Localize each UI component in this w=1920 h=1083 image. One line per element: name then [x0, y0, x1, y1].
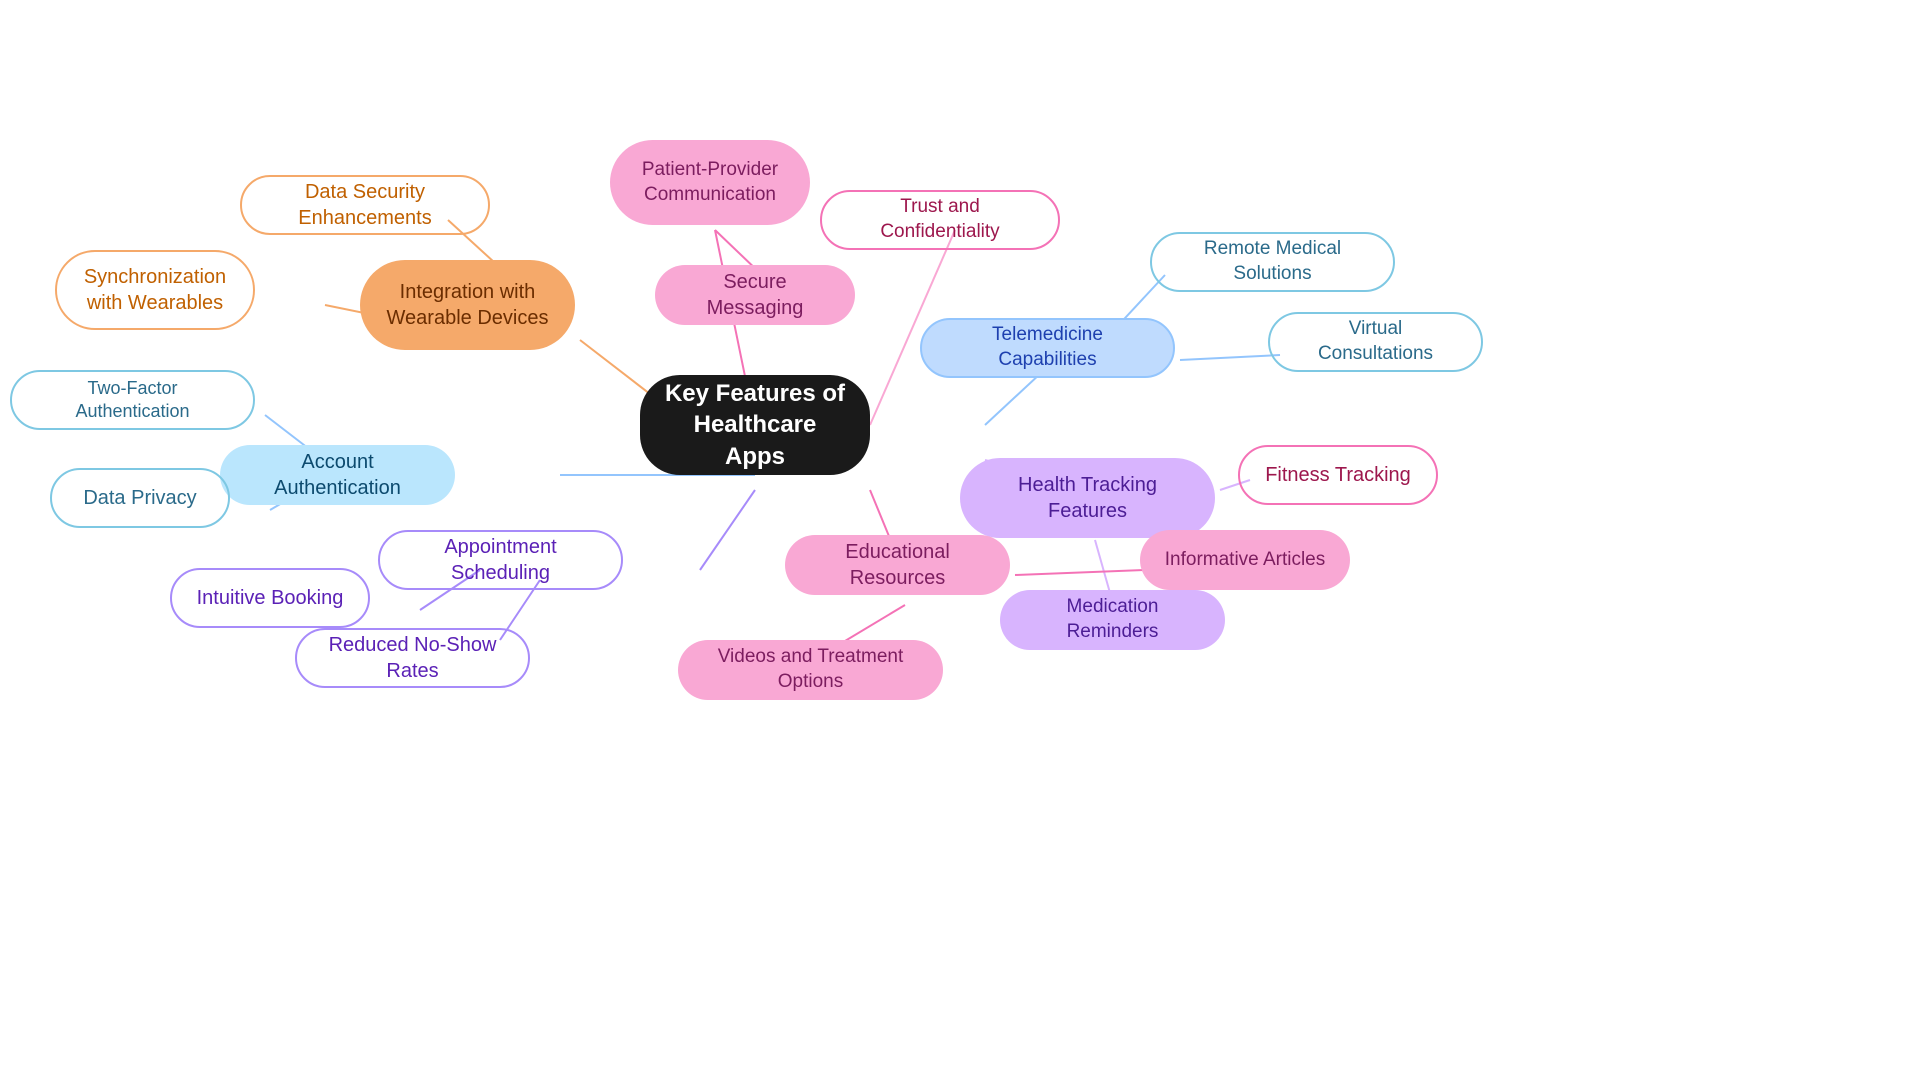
virtual-consult-node: Virtual Consultations	[1268, 312, 1483, 372]
secure-messaging-node: Secure Messaging	[655, 265, 855, 325]
data-security-node: Data Security Enhancements	[240, 175, 490, 235]
reduced-noshow-node: Reduced No-Show Rates	[295, 628, 530, 688]
medication-reminders-node: Medication Reminders	[1000, 590, 1225, 650]
educational-resources-node: Educational Resources	[785, 535, 1010, 595]
health-tracking-node: Health Tracking Features	[960, 458, 1215, 538]
telemedicine-node: Telemedicine Capabilities	[920, 318, 1175, 378]
center-node: Key Features of Healthcare Apps	[640, 375, 870, 475]
intuitive-booking-node: Intuitive Booking	[170, 568, 370, 628]
appointment-scheduling-node: Appointment Scheduling	[378, 530, 623, 590]
informative-articles-node: Informative Articles	[1140, 530, 1350, 590]
videos-options-node: Videos and Treatment Options	[678, 640, 943, 700]
trust-confidentiality-node: Trust and Confidentiality	[820, 190, 1060, 250]
sync-wearables-node: Synchronization with Wearables	[55, 250, 255, 330]
two-factor-node: Two-Factor Authentication	[10, 370, 255, 430]
data-privacy-node: Data Privacy	[50, 468, 230, 528]
patient-provider-node: Patient-Provider Communication	[610, 140, 810, 225]
fitness-tracking-node: Fitness Tracking	[1238, 445, 1438, 505]
remote-medical-node: Remote Medical Solutions	[1150, 232, 1395, 292]
account-auth-node: Account Authentication	[220, 445, 455, 505]
integration-wearable-node: Integration with Wearable Devices	[360, 260, 575, 350]
